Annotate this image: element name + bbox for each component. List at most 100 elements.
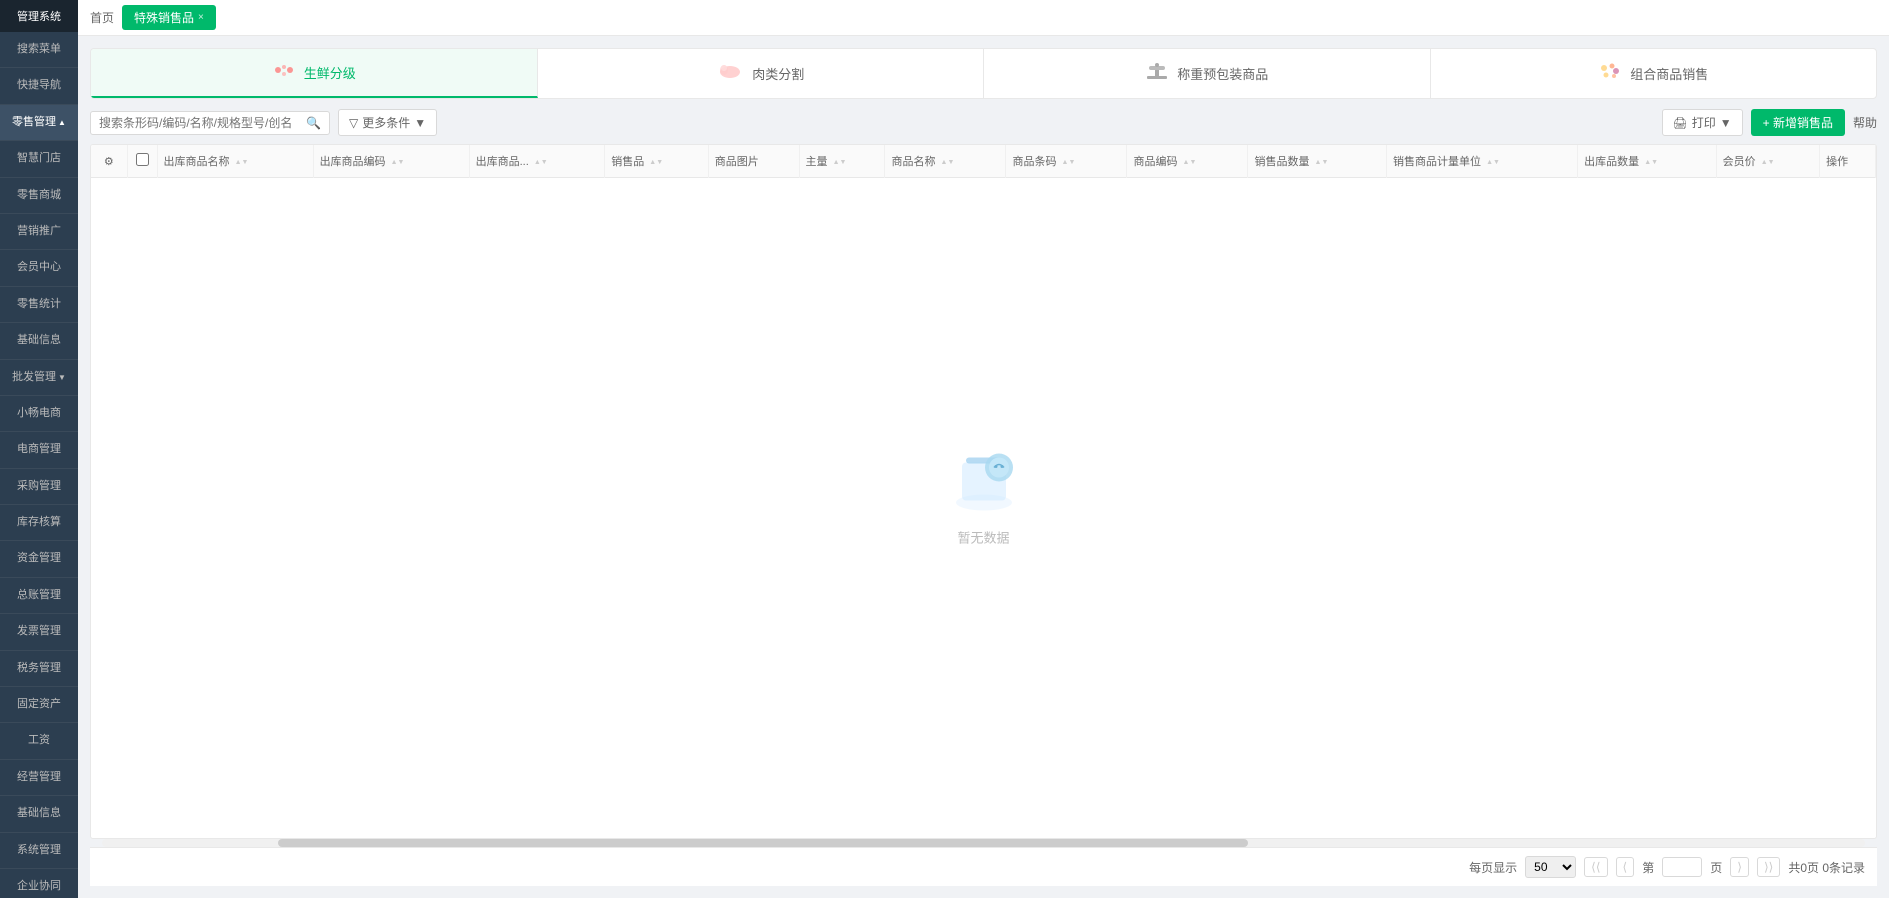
th-out-name[interactable]: 出库商品名称 ▲▼: [157, 145, 313, 178]
select-all-checkbox[interactable]: [136, 153, 149, 166]
tab-fresh[interactable]: 生鲜分级: [91, 49, 538, 98]
sidebar-item-member[interactable]: 会员中心: [0, 250, 78, 286]
th-out-spec[interactable]: 出库商品... ▲▼: [469, 145, 605, 178]
sidebar-item-tax[interactable]: 税务管理: [0, 651, 78, 687]
sidebar-item-search[interactable]: 搜索菜单: [0, 32, 78, 68]
meat-icon: [716, 62, 744, 85]
active-tab[interactable]: 特殊销售品 ×: [122, 5, 216, 30]
sidebar-item-marketing[interactable]: 营销推广: [0, 214, 78, 250]
sidebar-item-enterprise[interactable]: 企业协同: [0, 869, 78, 898]
sort-arrows-sale-qty: ▲▼: [1315, 159, 1329, 166]
last-page-btn[interactable]: ⟩⟩: [1757, 857, 1780, 877]
toolbar: 🔍 ▽ 更多条件 ▼ 🖨 打印 ▼ + 新增销售品 帮助: [90, 109, 1877, 136]
sidebar-item-basic2[interactable]: 基础信息: [0, 796, 78, 832]
tab-fresh-label: 生鲜分级: [304, 63, 356, 82]
chevron-down-icon: ▲: [58, 117, 66, 128]
search-box: 🔍: [90, 111, 330, 135]
sidebar-item-inventory[interactable]: 库存核算: [0, 505, 78, 541]
sidebar-item-fixed-assets[interactable]: 固定资产: [0, 687, 78, 723]
tab-close-icon[interactable]: ×: [198, 12, 204, 23]
sort-arrows-goods-name: ▲▼: [941, 159, 955, 166]
sort-arrows-sale-unit: ▲▼: [1486, 159, 1500, 166]
th-goods-code[interactable]: 商品编码 ▲▼: [1127, 145, 1248, 178]
next-page-btn[interactable]: ⟩: [1730, 857, 1749, 877]
first-page-btn[interactable]: ⟨⟨: [1584, 857, 1607, 877]
data-table: ⚙ 出库商品名称 ▲▼ 出库商品编码 ▲▼ 出库: [91, 145, 1876, 178]
sidebar-item-retail-stats[interactable]: 零售统计: [0, 287, 78, 323]
sidebar-item-wage[interactable]: 工资: [0, 723, 78, 759]
chevron-down-icon: ▼: [58, 372, 66, 383]
table-container: ⚙ 出库商品名称 ▲▼ 出库商品编码 ▲▼ 出库: [90, 144, 1877, 839]
tab-weigh-label: 称重预包装商品: [1177, 64, 1268, 83]
sort-arrows-out-name: ▲▼: [235, 159, 249, 166]
th-out-code[interactable]: 出库商品编码 ▲▼: [313, 145, 469, 178]
th-settings[interactable]: ⚙: [91, 145, 127, 178]
page-content: 生鲜分级 肉类分割: [78, 36, 1889, 898]
filter-chevron-icon: ▼: [414, 116, 426, 130]
sidebar-item-ecommerce[interactable]: 电商管理: [0, 432, 78, 468]
sidebar-item-retail[interactable]: 零售管理 ▲: [0, 105, 78, 141]
sort-arrows-goods-code: ▲▼: [1183, 159, 1197, 166]
th-out-qty[interactable]: 出库品数量 ▲▼: [1578, 145, 1717, 178]
print-icon: 🖨: [1673, 116, 1688, 130]
add-button[interactable]: + 新增销售品: [1751, 109, 1845, 136]
th-sale-unit[interactable]: 销售商品计量单位 ▲▼: [1387, 145, 1578, 178]
th-goods-name[interactable]: 商品名称 ▲▼: [885, 145, 1006, 178]
sidebar-item-wholesale[interactable]: 批发管理 ▼: [0, 360, 78, 396]
page-label-pre: 第: [1642, 859, 1654, 876]
topbar: 首页 特殊销售品 ×: [78, 0, 1889, 36]
horizontal-scrollbar[interactable]: [102, 839, 1865, 847]
sort-arrows-barcode: ▲▼: [1062, 159, 1076, 166]
weigh-icon: [1145, 62, 1169, 85]
th-weight[interactable]: 主量 ▲▼: [799, 145, 885, 178]
sort-arrows-out-spec: ▲▼: [534, 159, 548, 166]
sidebar-item-system[interactable]: 系统管理: [0, 833, 78, 869]
sidebar-item-invoice[interactable]: 发票管理: [0, 614, 78, 650]
tab-combo-label: 组合商品销售: [1630, 64, 1708, 83]
sidebar-item-retail-mall[interactable]: 零售商城: [0, 178, 78, 214]
th-image[interactable]: 商品图片: [708, 145, 799, 178]
sidebar-item-finance[interactable]: 资金管理: [0, 541, 78, 577]
sidebar-item-basic1[interactable]: 基础信息: [0, 323, 78, 359]
table-header-row: ⚙ 出库商品名称 ▲▼ 出库商品编码 ▲▼ 出库: [91, 145, 1876, 178]
sort-arrows-out-qty: ▲▼: [1644, 159, 1658, 166]
th-action: 操作: [1820, 145, 1876, 178]
combo-icon: [1598, 62, 1622, 85]
th-member-price[interactable]: 会员价 ▲▼: [1716, 145, 1819, 178]
print-chevron-icon: ▼: [1720, 116, 1732, 130]
page-input[interactable]: 1: [1662, 857, 1702, 877]
tab-combo[interactable]: 组合商品销售: [1431, 49, 1877, 98]
main-content: 首页 特殊销售品 × 生鲜分级: [78, 0, 1889, 898]
search-input[interactable]: [99, 116, 306, 130]
sidebar-item-quick[interactable]: 快捷导航: [0, 68, 78, 104]
print-button[interactable]: 🖨 打印 ▼: [1662, 109, 1743, 136]
sidebar-item-purchase[interactable]: 采购管理: [0, 469, 78, 505]
help-button[interactable]: 帮助: [1853, 114, 1877, 131]
th-sale-item[interactable]: 销售品 ▲▼: [605, 145, 708, 178]
search-icon[interactable]: 🔍: [306, 116, 321, 130]
sidebar-item-smart-store[interactable]: 智慧门店: [0, 141, 78, 177]
sidebar-item-general-ledger[interactable]: 总账管理: [0, 578, 78, 614]
filter-icon: ▽: [349, 116, 358, 130]
tab-weigh[interactable]: 称重预包装商品: [984, 49, 1431, 98]
filter-button[interactable]: ▽ 更多条件 ▼: [338, 109, 437, 136]
th-checkbox[interactable]: [127, 145, 157, 178]
sidebar: 管理系统 搜索菜单 快捷导航 零售管理 ▲ 智慧门店 零售商城 营销推广 会员中…: [0, 0, 78, 898]
tab-meat[interactable]: 肉类分割: [538, 49, 985, 98]
home-breadcrumb[interactable]: 首页: [90, 9, 114, 26]
sort-arrows-member-price: ▲▼: [1761, 159, 1775, 166]
prev-page-btn[interactable]: ⟨: [1616, 857, 1635, 877]
sidebar-item-operation[interactable]: 经营管理: [0, 760, 78, 796]
sidebar-item-mini-store[interactable]: 小畅电商: [0, 396, 78, 432]
per-page-select[interactable]: 50 10 20 100: [1525, 856, 1576, 878]
th-barcode[interactable]: 商品条码 ▲▼: [1006, 145, 1127, 178]
scrollbar-thumb[interactable]: [278, 839, 1248, 847]
th-sale-qty[interactable]: 销售品数量 ▲▼: [1248, 145, 1387, 178]
sort-arrows-weight: ▲▼: [833, 159, 847, 166]
tab-label: 特殊销售品: [134, 9, 194, 26]
toolbar-left: 🔍 ▽ 更多条件 ▼: [90, 109, 437, 136]
sort-arrows-out-code: ▲▼: [391, 159, 405, 166]
per-page-label: 每页显示: [1469, 859, 1517, 876]
total-label: 共0页 0条记录: [1788, 859, 1865, 876]
sort-arrows-sale: ▲▼: [649, 159, 663, 166]
